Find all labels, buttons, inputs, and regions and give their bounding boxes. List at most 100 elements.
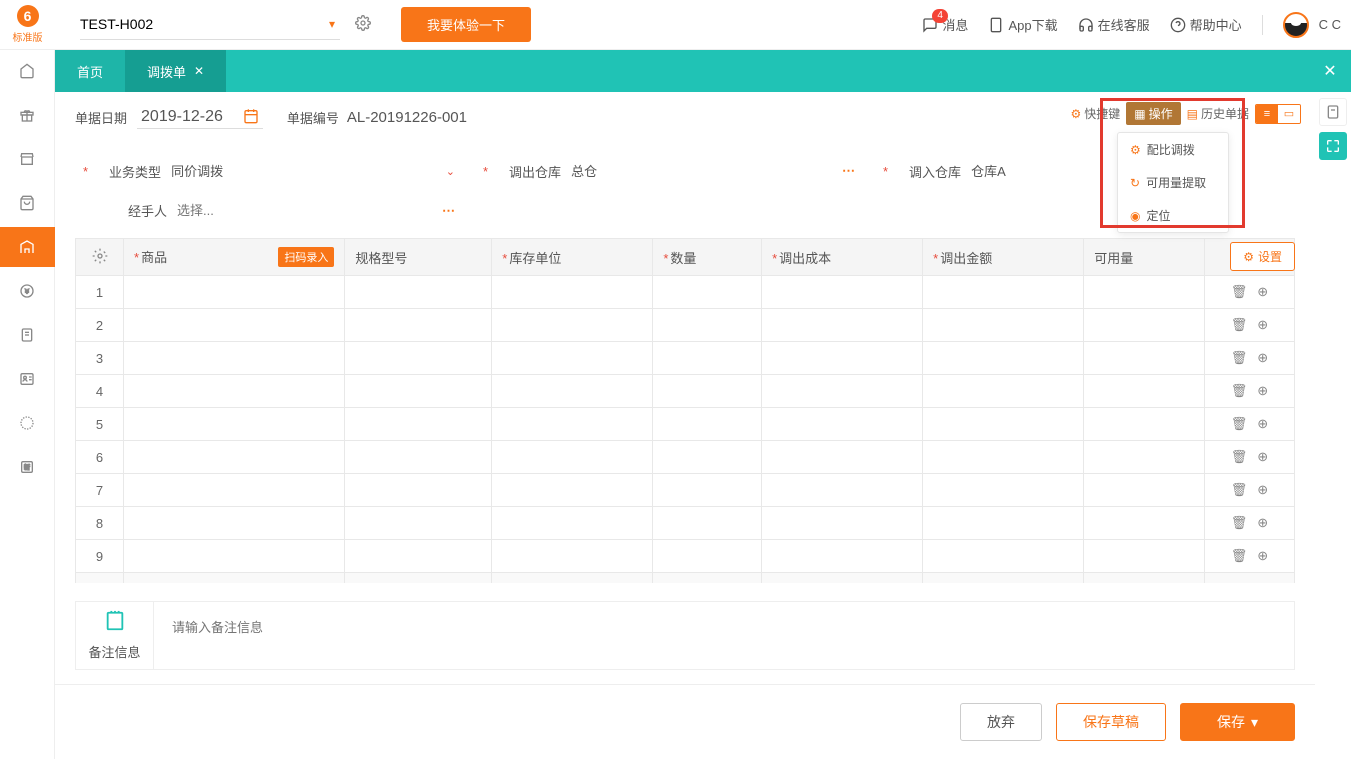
list-view-icon[interactable]: ≡ — [1256, 105, 1278, 123]
cell-product[interactable] — [124, 408, 345, 441]
cell-qty[interactable] — [653, 375, 762, 408]
cta-button[interactable]: 我要体验一下 — [401, 7, 531, 42]
cell-qty[interactable] — [653, 276, 762, 309]
cell-outamt[interactable] — [923, 276, 1084, 309]
menu-locate[interactable]: ◉定位 — [1118, 199, 1228, 232]
add-row-icon[interactable]: ⊕ — [1257, 317, 1268, 333]
delete-icon[interactable]: 🗑 — [1231, 284, 1248, 300]
nav-bag[interactable] — [16, 192, 38, 214]
more-icon[interactable]: ⋯ — [442, 203, 455, 219]
dock-note[interactable] — [1319, 98, 1347, 126]
cell-qty[interactable] — [653, 540, 762, 573]
delete-icon[interactable]: 🗑 — [1231, 515, 1248, 531]
cell-spec[interactable] — [345, 507, 492, 540]
cell-qty[interactable] — [653, 309, 762, 342]
table-row[interactable]: 7 🗑⊕ — [76, 474, 1295, 507]
handler-input[interactable] — [177, 203, 463, 219]
cell-avail[interactable] — [1084, 342, 1205, 375]
cell-spec[interactable] — [345, 540, 492, 573]
discard-button[interactable]: 放弃 — [960, 703, 1042, 741]
table-row[interactable]: 6 🗑⊕ — [76, 441, 1295, 474]
cell-spec[interactable] — [345, 375, 492, 408]
cell-avail[interactable] — [1084, 375, 1205, 408]
save-button[interactable]: 保存▾ — [1180, 703, 1295, 741]
cell-qty[interactable] — [653, 441, 762, 474]
cell-outcost[interactable] — [762, 309, 923, 342]
nav-finance[interactable]: ¥ — [16, 280, 38, 302]
cell-outcost[interactable] — [762, 507, 923, 540]
tab-transfer-order[interactable]: 调拨单 ✕ — [125, 50, 226, 92]
history-link[interactable]: ▤历史单据 — [1187, 105, 1249, 122]
cell-avail[interactable] — [1084, 276, 1205, 309]
service-button[interactable]: 在线客服 — [1078, 15, 1150, 34]
delete-icon[interactable]: 🗑 — [1231, 317, 1248, 333]
field-biztype[interactable]: *业务类型 同价调拨 ⌄ — [83, 157, 463, 185]
remark-input[interactable] — [172, 620, 1276, 635]
messages-button[interactable]: 消息 4 — [922, 15, 968, 34]
add-row-icon[interactable]: ⊕ — [1257, 482, 1268, 498]
nav-clipboard[interactable] — [16, 324, 38, 346]
add-row-icon[interactable]: ⊕ — [1257, 416, 1268, 432]
cell-unit[interactable] — [492, 309, 653, 342]
operate-button[interactable]: ▦操作 — [1126, 102, 1180, 125]
cell-qty[interactable] — [653, 507, 762, 540]
cell-spec[interactable] — [345, 474, 492, 507]
dock-expand[interactable] — [1319, 132, 1347, 160]
help-button[interactable]: 帮助中心 — [1170, 15, 1242, 34]
nav-warehouse[interactable] — [0, 227, 55, 267]
delete-icon[interactable]: 🗑 — [1231, 548, 1248, 564]
cell-qty[interactable] — [653, 342, 762, 375]
delete-icon[interactable]: 🗑 — [1231, 416, 1248, 432]
table-row[interactable]: 5 🗑⊕ — [76, 408, 1295, 441]
cell-outamt[interactable] — [923, 342, 1084, 375]
cell-unit[interactable] — [492, 474, 653, 507]
more-icon[interactable]: ⋯ — [842, 163, 855, 179]
add-row-icon[interactable]: ⊕ — [1257, 515, 1268, 531]
menu-ratio-transfer[interactable]: ⚙配比调拨 — [1118, 133, 1228, 166]
date-value[interactable]: 2019-12-26 — [137, 106, 263, 129]
cell-unit[interactable] — [492, 408, 653, 441]
logo[interactable]: 6 标准版 — [0, 0, 55, 50]
add-row-icon[interactable]: ⊕ — [1257, 284, 1268, 300]
cell-outamt[interactable] — [923, 474, 1084, 507]
add-row-icon[interactable]: ⊕ — [1257, 449, 1268, 465]
cell-product[interactable] — [124, 375, 345, 408]
field-handler[interactable]: 经手人 ⋯ — [83, 201, 463, 220]
nav-network[interactable] — [16, 412, 38, 434]
close-all-tabs[interactable]: ✕ — [1309, 50, 1351, 92]
col-settings[interactable] — [76, 239, 124, 276]
nav-new[interactable]: 新 — [16, 456, 38, 478]
cell-qty[interactable] — [653, 474, 762, 507]
table-row[interactable]: 3 🗑⊕ — [76, 342, 1295, 375]
cell-outcost[interactable] — [762, 408, 923, 441]
cell-outcost[interactable] — [762, 441, 923, 474]
user-menu[interactable]: C C — [1283, 12, 1341, 38]
cell-outamt[interactable] — [923, 540, 1084, 573]
add-row-icon[interactable]: ⊕ — [1257, 350, 1268, 366]
cell-spec[interactable] — [345, 408, 492, 441]
delete-icon[interactable]: 🗑 — [1231, 350, 1248, 366]
cell-outcost[interactable] — [762, 276, 923, 309]
nav-contact[interactable] — [16, 368, 38, 390]
close-icon[interactable]: ✕ — [194, 64, 204, 78]
nav-home[interactable] — [16, 60, 38, 82]
cell-product[interactable] — [124, 342, 345, 375]
cell-product[interactable] — [124, 441, 345, 474]
cell-spec[interactable] — [345, 441, 492, 474]
cell-unit[interactable] — [492, 441, 653, 474]
org-input[interactable] — [80, 16, 340, 32]
cell-unit[interactable] — [492, 342, 653, 375]
view-toggle[interactable]: ≡ ▭ — [1255, 104, 1301, 124]
cell-outamt[interactable] — [923, 375, 1084, 408]
cell-avail[interactable] — [1084, 408, 1205, 441]
delete-icon[interactable]: 🗑 — [1231, 449, 1248, 465]
cell-avail[interactable] — [1084, 540, 1205, 573]
cell-outamt[interactable] — [923, 441, 1084, 474]
menu-available-extract[interactable]: ↻可用量提取 — [1118, 166, 1228, 199]
settings-icon[interactable] — [355, 15, 371, 34]
table-row[interactable]: 8 🗑⊕ — [76, 507, 1295, 540]
cell-spec[interactable] — [345, 309, 492, 342]
cell-unit[interactable] — [492, 375, 653, 408]
cell-avail[interactable] — [1084, 474, 1205, 507]
cell-outcost[interactable] — [762, 342, 923, 375]
